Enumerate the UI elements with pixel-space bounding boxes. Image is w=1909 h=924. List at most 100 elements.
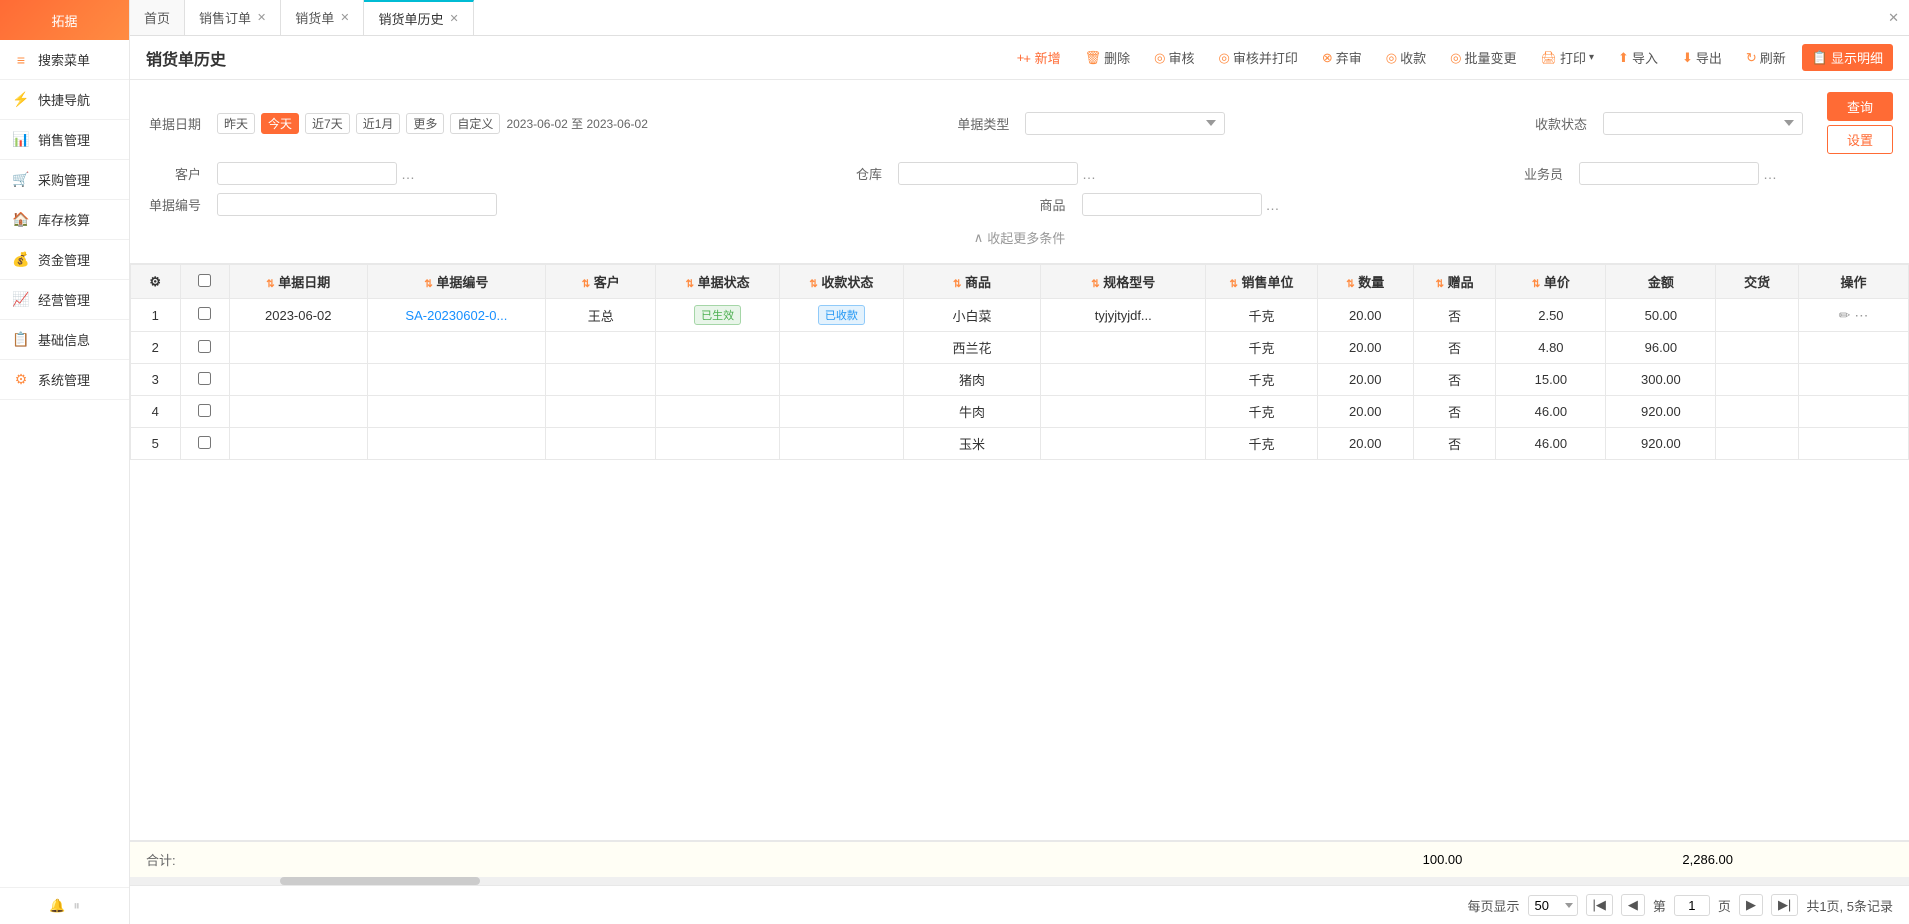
row-checkbox-input[interactable]: [198, 307, 211, 320]
scrollbar-thumb[interactable]: [280, 877, 480, 885]
col-qty[interactable]: ⇅ 数量: [1317, 265, 1413, 299]
col-order-status[interactable]: ⇅ 单据状态: [656, 265, 780, 299]
setting-button[interactable]: 设置: [1827, 125, 1893, 154]
col-gift[interactable]: ⇅ 赠品: [1413, 265, 1496, 299]
customer-filter-dots[interactable]: …: [401, 166, 415, 182]
abandon-button[interactable]: ⊗ 弃审: [1314, 44, 1370, 71]
sidebar-item-purchase[interactable]: 🛒 采购管理: [0, 160, 129, 200]
print-button[interactable]: 🖨 打印 ▾: [1532, 44, 1602, 71]
date-btn-1month[interactable]: 近1月: [356, 113, 401, 134]
sidebar-item-operation[interactable]: 📈 经营管理: [0, 280, 129, 320]
order-no-link[interactable]: SA-20230602-0...: [405, 308, 507, 323]
warehouse-filter-input[interactable]: [898, 162, 1078, 185]
col-customer[interactable]: ⇅ 客户: [546, 265, 656, 299]
date-btn-more[interactable]: 更多: [406, 113, 444, 134]
row-checkbox-input[interactable]: [198, 404, 211, 417]
col-date[interactable]: ⇅ 单据日期: [230, 265, 368, 299]
table-row: 12023-06-02SA-20230602-0...王总已生效已收款小白菜ty…: [131, 299, 1909, 332]
row-checkbox[interactable]: [180, 299, 230, 332]
select-all-checkbox[interactable]: [198, 274, 211, 287]
row-action: [1798, 364, 1908, 396]
sidebar-item-search[interactable]: ≡ 搜索菜单: [0, 40, 129, 80]
sidebar-item-shortcut[interactable]: ⚡ 快捷导航: [0, 80, 129, 120]
col-pay-status[interactable]: ⇅ 收款状态: [780, 265, 904, 299]
row-checkbox[interactable]: [180, 428, 230, 460]
col-spec[interactable]: ⇅ 规格型号: [1041, 265, 1206, 299]
date-btn-today[interactable]: 今天: [261, 113, 299, 134]
row-spec: [1041, 396, 1206, 428]
col-product[interactable]: ⇅ 商品: [903, 265, 1041, 299]
row-checkbox-input[interactable]: [198, 372, 211, 385]
tab-sales-order-close[interactable]: ✕: [257, 11, 266, 24]
batch-change-button[interactable]: ◎ 批量变更: [1442, 44, 1524, 71]
col-settings[interactable]: ⚙: [131, 265, 181, 299]
page-number-input[interactable]: [1674, 895, 1710, 916]
more-action-icon[interactable]: ⋯: [1854, 307, 1868, 323]
col-price[interactable]: ⇅ 单价: [1496, 265, 1606, 299]
date-btn-custom[interactable]: 自定义: [450, 113, 500, 134]
tab-home[interactable]: 首页: [130, 0, 185, 35]
page-size-select[interactable]: 10 20 50 100: [1528, 895, 1578, 916]
col-order-no[interactable]: ⇅ 单据编号: [367, 265, 546, 299]
last-page-button[interactable]: ▶|: [1771, 894, 1798, 916]
col-transaction: 交货: [1716, 265, 1799, 299]
col-unit[interactable]: ⇅ 销售单位: [1206, 265, 1317, 299]
import-button[interactable]: ⬆ 导入: [1610, 44, 1666, 71]
row-checkbox[interactable]: [180, 396, 230, 428]
tab-sales-delivery-close[interactable]: ✕: [340, 11, 349, 24]
customer-filter-input[interactable]: [217, 162, 397, 185]
refresh-button[interactable]: ↻ 刷新: [1738, 44, 1794, 71]
delete-button[interactable]: 🗑 删除: [1077, 44, 1139, 71]
row-order-no[interactable]: [367, 332, 546, 364]
row-checkbox[interactable]: [180, 364, 230, 396]
row-qty: 20.00: [1317, 299, 1413, 332]
type-filter-select[interactable]: [1025, 112, 1225, 135]
shortcut-icon: ⚡: [12, 91, 30, 108]
date-btn-7days[interactable]: 近7天: [305, 113, 350, 134]
export-button[interactable]: ⬇ 导出: [1674, 44, 1730, 71]
tab-sales-delivery[interactable]: 销货单 ✕: [281, 0, 364, 35]
row-order-no[interactable]: [367, 364, 546, 396]
tab-close-all[interactable]: ✕: [1878, 0, 1909, 35]
product-filter-input[interactable]: [1082, 193, 1262, 216]
sidebar-item-finance[interactable]: 💰 资金管理: [0, 240, 129, 280]
salesperson-filter-input[interactable]: [1579, 162, 1759, 185]
first-page-button[interactable]: |◀: [1586, 894, 1613, 916]
row-order-no[interactable]: [367, 396, 546, 428]
horizontal-scrollbar[interactable]: [130, 877, 1909, 885]
approve-button[interactable]: ◎ 审核: [1146, 44, 1202, 71]
edit-icon[interactable]: ✏: [1839, 307, 1851, 323]
pay-status-select[interactable]: [1603, 112, 1803, 135]
prev-page-button[interactable]: ◀: [1621, 894, 1645, 916]
next-page-button[interactable]: ▶: [1739, 894, 1763, 916]
salesperson-filter-dots[interactable]: …: [1763, 166, 1777, 182]
approve-print-button[interactable]: ◎ 审核并打印: [1210, 44, 1305, 71]
sidebar-item-system[interactable]: ⚙ 系统管理: [0, 360, 129, 400]
sort-icon-gift: ⇅: [1436, 279, 1444, 290]
display-detail-button[interactable]: 📋 显示明细: [1802, 44, 1893, 71]
row-order-no[interactable]: SA-20230602-0...: [367, 299, 546, 332]
row-checkbox[interactable]: [180, 332, 230, 364]
product-filter-dots[interactable]: …: [1266, 197, 1280, 213]
date-btn-yesterday[interactable]: 昨天: [217, 113, 255, 134]
sidebar-item-basic[interactable]: 📋 基础信息: [0, 320, 129, 360]
row-qty: 20.00: [1317, 428, 1413, 460]
sidebar-item-label: 经营管理: [38, 290, 90, 309]
tab-sales-history[interactable]: 销货单历史 ✕: [364, 0, 473, 35]
warehouse-filter-dots[interactable]: …: [1082, 166, 1096, 182]
sidebar-item-inventory[interactable]: 🏠 库存核算: [0, 200, 129, 240]
new-button[interactable]: + + 新增: [1009, 44, 1069, 71]
row-checkbox-input[interactable]: [198, 436, 211, 449]
pause-icon[interactable]: ⏸: [73, 898, 80, 914]
row-checkbox-input[interactable]: [198, 340, 211, 353]
notification-icon[interactable]: 🔔: [49, 898, 65, 914]
row-order-no[interactable]: [367, 428, 546, 460]
order-no-filter-input[interactable]: [217, 193, 497, 216]
sidebar-item-sales[interactable]: 📊 销售管理: [0, 120, 129, 160]
collect-button[interactable]: ◎ 收款: [1378, 44, 1434, 71]
tab-sales-order[interactable]: 销售订单 ✕: [185, 0, 281, 35]
tab-sales-history-close[interactable]: ✕: [450, 12, 459, 25]
collapse-button[interactable]: ∧ 收起更多条件: [974, 224, 1066, 251]
row-transaction: [1716, 428, 1799, 460]
query-button[interactable]: 查询: [1827, 92, 1893, 121]
